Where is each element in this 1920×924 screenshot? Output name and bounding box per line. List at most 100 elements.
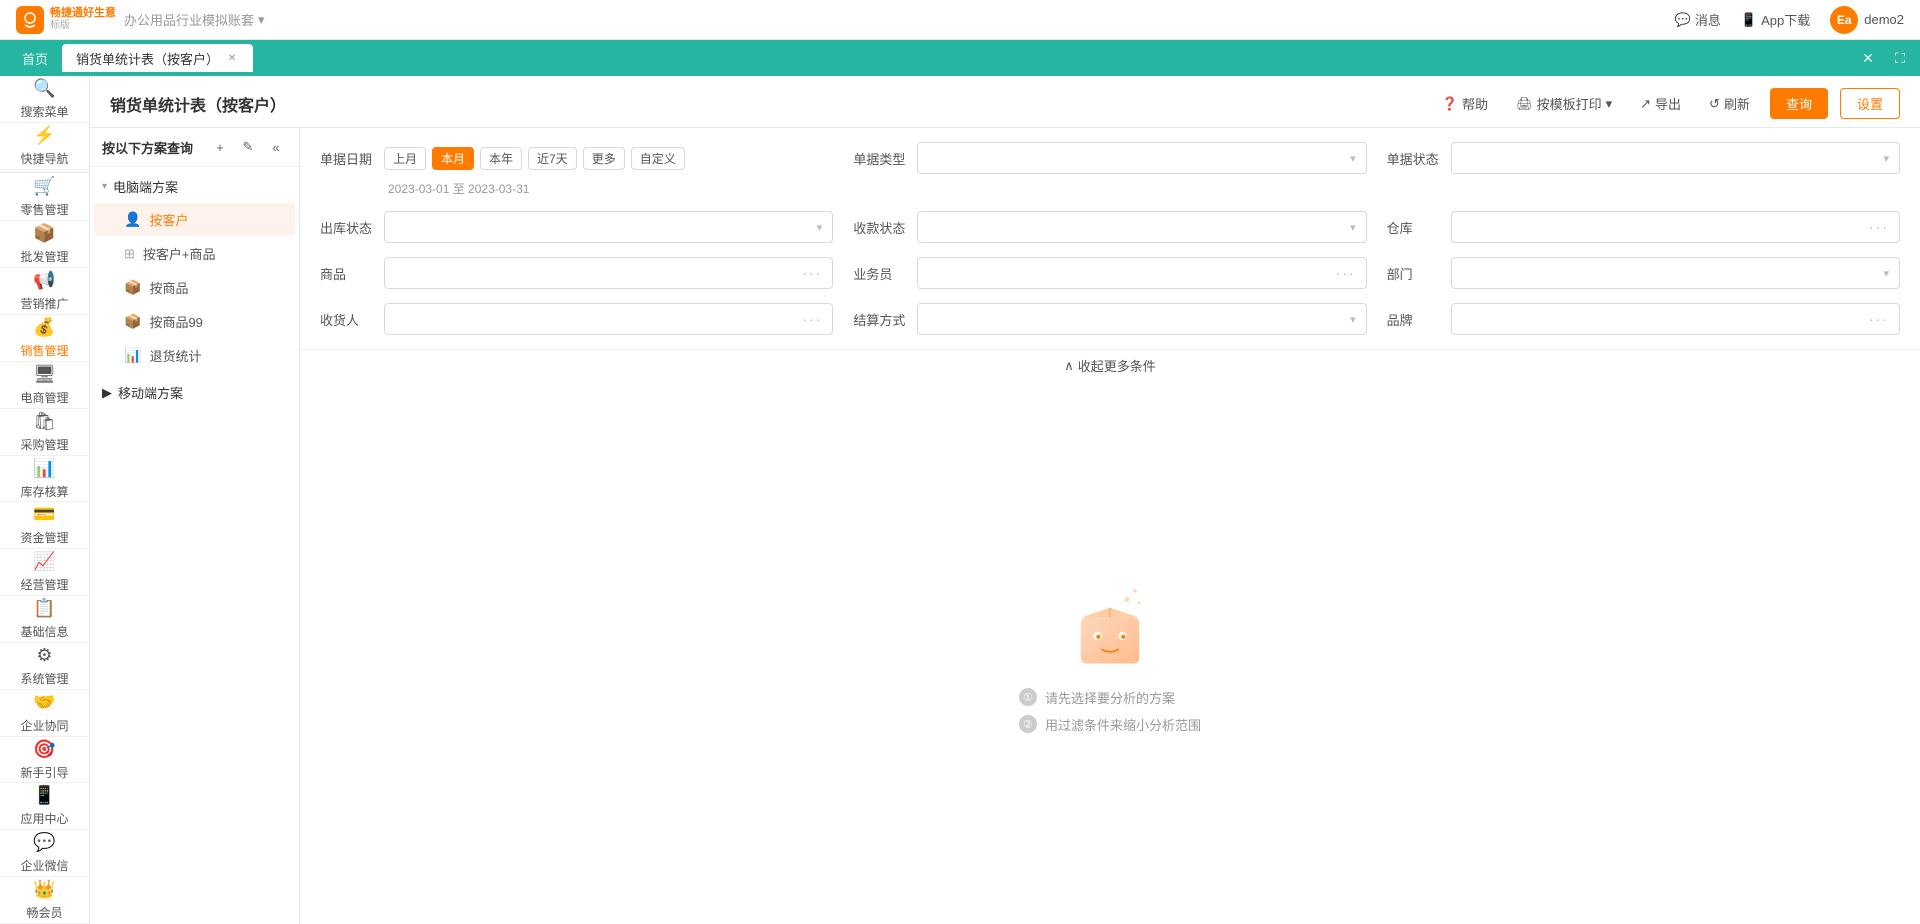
sidebar-item-wholesale[interactable]: 📦 批发管理 <box>0 221 89 268</box>
settings-btn[interactable]: 设置 <box>1840 88 1900 119</box>
salesperson-input[interactable]: ··· <box>917 257 1366 289</box>
sidebar-item-guide[interactable]: 🎯 新手引导 <box>0 737 89 784</box>
scheme-item-by-goods[interactable]: 📦 按商品 <box>94 271 295 304</box>
scheme-header-actions: + ✎ « <box>209 136 287 158</box>
sidebar-item-system[interactable]: ⚙ 系统管理 <box>0 643 89 690</box>
sidebar-item-sales-mgmt[interactable]: 💰 销售管理 <box>0 315 89 362</box>
sidebar-item-app-center[interactable]: 📱 应用中心 <box>0 783 89 830</box>
empty-hint-1: ① 请先选择要分析的方案 <box>1019 688 1201 707</box>
tab-bar: 首页 销货单统计表（按客户） ✕ ✕ ⛶ <box>0 40 1920 76</box>
export-btn[interactable]: ↗ 导出 <box>1632 90 1689 117</box>
sidebar-item-ecommerce[interactable]: 🖥 电商管理 <box>0 362 89 409</box>
pc-scheme-group-title[interactable]: ▾ 电脑端方案 <box>90 171 299 202</box>
header-right: 💬 消息 📱 App下载 Ea demo2 <box>1675 6 1904 34</box>
tab-sales-stat[interactable]: 销货单统计表（按客户） ✕ <box>62 44 253 72</box>
app-download-btn[interactable]: 📱 App下载 <box>1741 10 1810 29</box>
out-status-input[interactable]: ▾ <box>384 211 833 243</box>
scheme-add-icon[interactable]: + <box>209 136 231 158</box>
message-icon: 💬 <box>1675 12 1691 28</box>
filter-row-order-status: 单据状态 ▾ <box>1387 142 1900 174</box>
settings-label: 设置 <box>1857 94 1883 113</box>
tab-close-icon[interactable]: ✕ <box>225 51 239 65</box>
tab-home-label: 首页 <box>22 49 48 68</box>
warehouse-label: 仓库 <box>1387 218 1443 237</box>
sidebar-item-ent-wechat[interactable]: 💬 企业微信 <box>0 830 89 877</box>
scheme-item-by-customer[interactable]: 👤 按客户 <box>94 203 295 236</box>
main-layout: 🔍 搜索菜单 ⚡ 快捷导航 🛒 零售管理 📦 批发管理 📢 营销推广 💰 销售管… <box>0 76 1920 924</box>
order-type-chevron: ▾ <box>1350 152 1356 165</box>
sidebar-item-inventory[interactable]: 📊 库存核算 <box>0 456 89 503</box>
recipient-input[interactable]: ··· <box>384 303 833 335</box>
sidebar-item-ops[interactable]: 📈 经营管理 <box>0 549 89 596</box>
empty-hint-2: ② 用过滤条件来缩小分析范围 <box>1019 715 1201 734</box>
help-btn[interactable]: ❓ 帮助 <box>1434 90 1496 117</box>
filter-row-department: 部门 ▾ <box>1387 257 1900 289</box>
warehouse-input[interactable]: ··· <box>1451 211 1900 243</box>
date-this-month[interactable]: 本月 <box>432 147 474 170</box>
last-7-label: 近7天 <box>537 152 568 166</box>
payment-chevron: ▾ <box>1350 221 1356 234</box>
system-icon: ⚙ <box>36 645 52 666</box>
scheme-item-by-goods-99[interactable]: 📦 按商品99 <box>94 305 295 338</box>
message-btn[interactable]: 💬 消息 <box>1675 10 1721 29</box>
department-input[interactable]: ▾ <box>1451 257 1900 289</box>
this-month-label: 本月 <box>441 152 465 166</box>
filter-row-goods: 商品 ··· <box>320 257 833 289</box>
retail-icon: 🛒 <box>33 176 55 197</box>
sidebar-item-retail[interactable]: 🛒 零售管理 <box>0 175 89 222</box>
date-last-7[interactable]: 近7天 <box>528 147 577 170</box>
order-status-input[interactable]: ▾ <box>1451 142 1900 174</box>
tab-home[interactable]: 首页 <box>8 44 62 72</box>
tab-close-window[interactable]: ✕ <box>1856 46 1880 70</box>
sidebar-item-basic-info[interactable]: 📋 基础信息 <box>0 596 89 643</box>
filter-row-brand: 品牌 ··· <box>1387 303 1900 335</box>
query-btn[interactable]: 查询 <box>1770 88 1828 119</box>
filter-row-salesperson: 业务员 ··· <box>853 257 1366 289</box>
salesperson-label: 业务员 <box>853 264 909 283</box>
payment-status-label: 收款状态 <box>853 218 909 237</box>
sidebar-item-marketing[interactable]: 📢 营销推广 <box>0 268 89 315</box>
custom-label: 自定义 <box>640 152 676 166</box>
return-icon: 📊 <box>124 347 141 364</box>
purchase-icon: 🛍 <box>33 411 56 432</box>
collapse-row[interactable]: ∧ 收起更多条件 <box>300 349 1920 385</box>
sidebar-item-quick-nav[interactable]: ⚡ 快捷导航 <box>0 123 89 170</box>
app-center-icon: 📱 <box>33 785 55 806</box>
sidebar-item-finance[interactable]: 💳 资金管理 <box>0 502 89 549</box>
template-print-btn[interactable]: 🖨 按模板打印 ▾ <box>1508 90 1620 117</box>
scheme-edit-icon[interactable]: ✎ <box>237 136 259 158</box>
pc-group-label: 电脑端方案 <box>113 177 178 196</box>
date-last-month[interactable]: 上月 <box>384 147 426 170</box>
app-download-label: App下载 <box>1761 10 1810 29</box>
more-label: 更多 <box>592 152 616 166</box>
scheme-collapse-icon[interactable]: « <box>265 136 287 158</box>
settlement-input[interactable]: ▾ <box>917 303 1366 335</box>
mobile-scheme-group[interactable]: ▶ 移动端方案 <box>90 377 299 408</box>
date-custom[interactable]: 自定义 <box>631 147 685 170</box>
sidebar-item-search[interactable]: 🔍 搜索菜单 <box>0 76 89 123</box>
user-area[interactable]: Ea demo2 <box>1830 6 1904 34</box>
ecommerce-icon: 🖥 <box>33 364 56 385</box>
sidebar-item-search-label: 搜索菜单 <box>20 103 68 120</box>
page-title: 销货单统计表（按客户） <box>110 92 286 116</box>
scheme-item-by-customer-goods[interactable]: ⊞ 按客户+商品 <box>94 237 295 270</box>
sidebar-item-purchase[interactable]: 🛍 采购管理 <box>0 409 89 456</box>
sidebar-item-member[interactable]: 👑 畅会员 <box>0 877 89 924</box>
collapse-label: 收起更多条件 <box>1078 356 1156 375</box>
goods-input[interactable]: ··· <box>384 257 833 289</box>
date-more[interactable]: 更多 <box>583 147 625 170</box>
enterprise-icon: 🤝 <box>33 692 55 713</box>
sidebar-marketing-label: 营销推广 <box>20 295 68 312</box>
sidebar-item-enterprise[interactable]: 🤝 企业协同 <box>0 690 89 737</box>
scheme-item-return-stat[interactable]: 📊 退货统计 <box>94 339 295 372</box>
refresh-btn[interactable]: ↺ 刷新 <box>1701 90 1758 117</box>
date-row: 上月 本月 本年 近7天 更多 <box>384 147 833 170</box>
customer-scheme-icon: 👤 <box>124 211 141 228</box>
brand-input[interactable]: ··· <box>1451 303 1900 335</box>
hint-num-1: ① <box>1019 688 1037 706</box>
filter-area: 单据日期 上月 本月 本年 近7天 <box>300 128 1920 924</box>
order-type-input[interactable]: ▾ <box>917 142 1366 174</box>
payment-status-input[interactable]: ▾ <box>917 211 1366 243</box>
date-this-year[interactable]: 本年 <box>480 147 522 170</box>
tab-maximize[interactable]: ⛶ <box>1888 46 1912 70</box>
